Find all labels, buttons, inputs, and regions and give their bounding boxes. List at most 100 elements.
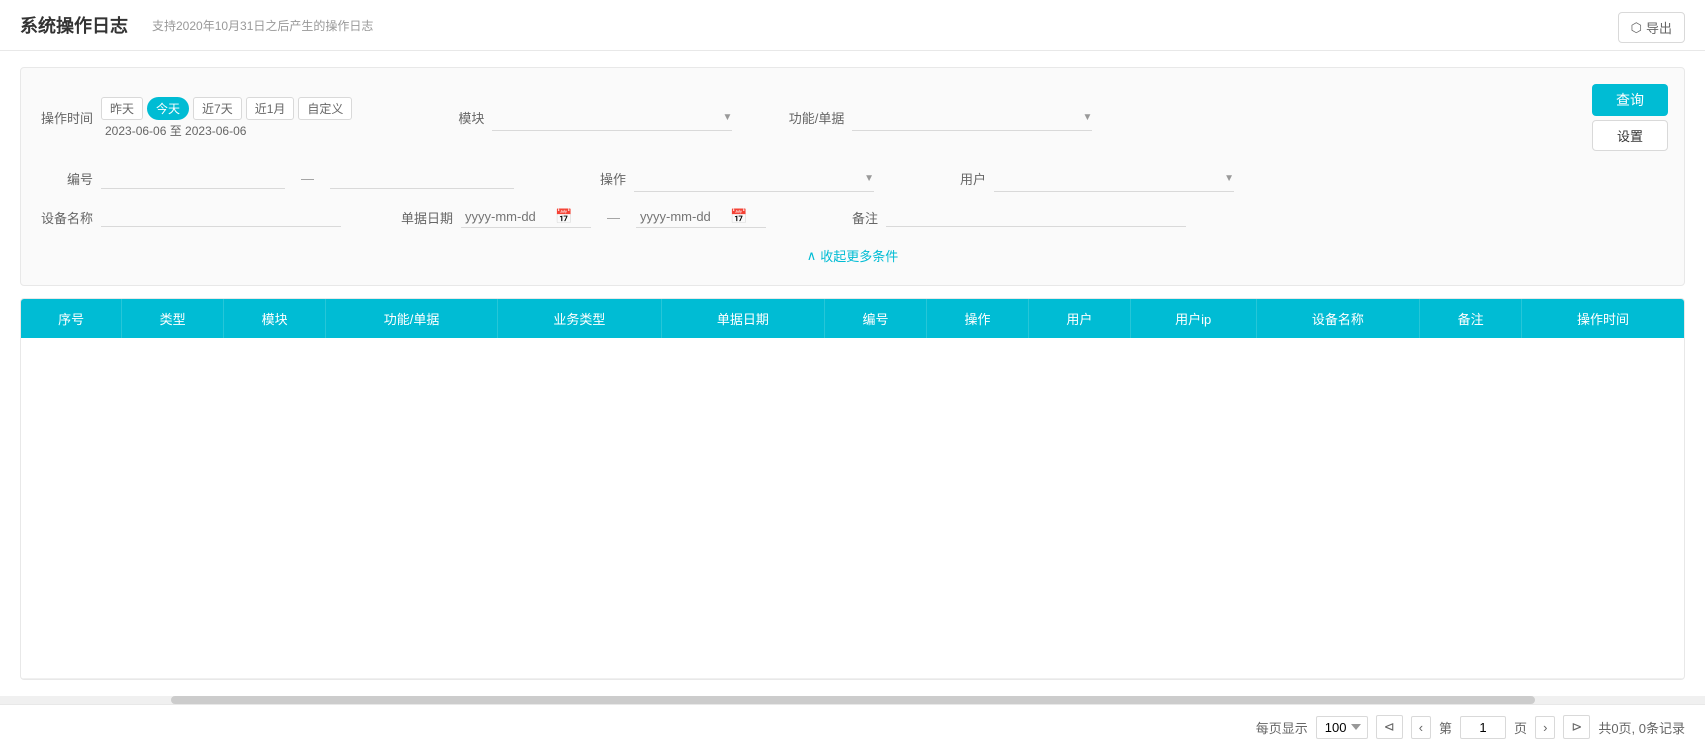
collapse-row: ∧ 收起更多条件	[37, 242, 1668, 269]
first-page-button[interactable]: ⊲	[1376, 715, 1403, 739]
per-page-select[interactable]: 100 50 200 500	[1316, 716, 1368, 739]
col-module: 模块	[224, 299, 326, 338]
user-filter-block: 用户 ▼	[930, 165, 1234, 192]
footer-bar: 每页显示 100 50 200 500 ⊲ ‹ 第 页 › ⊳ 共0页, 0条记…	[0, 704, 1705, 749]
module-select-value	[492, 106, 722, 128]
col-function: 功能/单据	[326, 299, 498, 338]
setting-button[interactable]: 设置	[1592, 120, 1668, 151]
user-select-arrow: ▼	[1224, 173, 1234, 184]
col-type: 类型	[122, 299, 224, 338]
operation-select-value	[634, 167, 864, 189]
user-label: 用户	[930, 169, 986, 188]
time-btn-1month[interactable]: 近1月	[246, 97, 295, 120]
empty-cell	[21, 338, 1684, 679]
device-input[interactable]	[101, 207, 341, 227]
time-btn-custom[interactable]: 自定义	[298, 97, 352, 120]
table-body	[21, 338, 1684, 679]
module-select-arrow: ▼	[723, 112, 733, 123]
module-select[interactable]: ▼	[492, 104, 732, 131]
col-operation: 操作	[927, 299, 1029, 338]
remark-filter-block: 备注	[822, 207, 1186, 227]
calendar-icon-start[interactable]: 📅	[555, 208, 572, 225]
empty-row	[21, 338, 1684, 679]
page-suffix: 页	[1514, 718, 1527, 737]
collapse-label: 收起更多条件	[820, 246, 898, 265]
time-label: 操作时间	[37, 108, 93, 127]
time-btn-today[interactable]: 今天	[147, 97, 189, 120]
function-select-arrow: ▼	[1083, 112, 1093, 123]
filter-area: 操作时间 昨天 今天 近7天 近1月 自定义 2023-06-06 至 2023…	[20, 67, 1685, 286]
last-page-button[interactable]: ⊳	[1563, 715, 1590, 739]
collapse-button[interactable]: ∧ 收起更多条件	[37, 242, 1668, 269]
date-start-box: 📅	[461, 206, 591, 228]
col-bill-date: 单据日期	[661, 299, 825, 338]
query-button[interactable]: 查询	[1592, 84, 1668, 116]
next-page-button[interactable]: ›	[1535, 716, 1555, 739]
date-end-box: 📅	[636, 206, 766, 228]
horizontal-scrollbar[interactable]	[0, 696, 1705, 704]
user-select[interactable]: ▼	[994, 165, 1234, 192]
export-icon: ⬡	[1631, 20, 1642, 36]
col-index: 序号	[21, 299, 122, 338]
col-remark: 备注	[1420, 299, 1522, 338]
col-user: 用户	[1028, 299, 1130, 338]
id-input-end[interactable]	[330, 169, 514, 189]
calendar-icon-end[interactable]: 📅	[730, 208, 747, 225]
export-label: 导出	[1646, 18, 1672, 37]
device-filter-block: 设备名称	[37, 207, 341, 227]
remark-input[interactable]	[886, 207, 1186, 227]
per-page-label: 每页显示	[1256, 718, 1308, 737]
filter-row-1: 操作时间 昨天 今天 近7天 近1月 自定义 2023-06-06 至 2023…	[37, 84, 1668, 151]
scrollbar-thumb[interactable]	[171, 696, 1535, 704]
operation-select-arrow: ▼	[864, 173, 874, 184]
col-time: 操作时间	[1522, 299, 1684, 338]
collapse-icon: ∧	[807, 248, 817, 264]
module-label: 模块	[428, 108, 484, 127]
data-table: 序号 类型 模块 功能/单据 业务类型 单据日期 编号 操作 用户 用户ip 设…	[21, 299, 1684, 679]
table-header: 序号 类型 模块 功能/单据 业务类型 单据日期 编号 操作 用户 用户ip 设…	[21, 299, 1684, 338]
table-header-row: 序号 类型 模块 功能/单据 业务类型 单据日期 编号 操作 用户 用户ip 设…	[21, 299, 1684, 338]
page-title: 系统操作日志	[20, 12, 128, 38]
col-biz-type: 业务类型	[498, 299, 662, 338]
time-filter-block: 操作时间 昨天 今天 近7天 近1月 自定义 2023-06-06 至 2023…	[37, 97, 352, 139]
action-buttons: 查询 设置	[1592, 84, 1668, 151]
user-select-value	[994, 167, 1224, 189]
date-filter-block: 单据日期 📅 — 📅	[397, 206, 766, 228]
page-prefix: 第	[1439, 718, 1452, 737]
id-input-start[interactable]	[101, 169, 285, 189]
total-info: 共0页, 0条记录	[1598, 718, 1685, 737]
date-dash: —	[607, 210, 620, 225]
filter-row-2: 编号 — 操作 ▼ 用户 ▼	[37, 165, 1668, 192]
time-btn-7days[interactable]: 近7天	[193, 97, 242, 120]
function-filter-block: 功能/单据 ▼	[788, 104, 1092, 131]
export-button[interactable]: ⬡ 导出	[1618, 12, 1685, 43]
operation-filter-block: 操作 ▼	[570, 165, 874, 192]
function-label: 功能/单据	[788, 108, 844, 127]
main-content: 操作时间 昨天 今天 近7天 近1月 自定义 2023-06-06 至 2023…	[0, 51, 1705, 696]
time-btn-yesterday[interactable]: 昨天	[101, 97, 143, 120]
remark-label: 备注	[822, 208, 878, 227]
time-buttons: 昨天 今天 近7天 近1月 自定义	[101, 97, 352, 120]
operation-select[interactable]: ▼	[634, 165, 874, 192]
time-range-display: 2023-06-06 至 2023-06-06	[105, 122, 352, 139]
date-label: 单据日期	[397, 208, 453, 227]
col-id: 编号	[825, 299, 927, 338]
module-filter-block: 模块 ▼	[428, 104, 732, 131]
page-number-input[interactable]	[1460, 716, 1506, 739]
id-label: 编号	[37, 169, 93, 188]
time-section: 昨天 今天 近7天 近1月 自定义 2023-06-06 至 2023-06-0…	[101, 97, 352, 139]
header-bar: 系统操作日志 支持2020年10月31日之后产生的操作日志 ⬡ 导出	[0, 0, 1705, 51]
date-start-input[interactable]	[465, 209, 555, 224]
function-select[interactable]: ▼	[852, 104, 1092, 131]
operation-label: 操作	[570, 169, 626, 188]
page-subtitle: 支持2020年10月31日之后产生的操作日志	[152, 17, 373, 34]
table-wrapper: 序号 类型 模块 功能/单据 业务类型 单据日期 编号 操作 用户 用户ip 设…	[20, 298, 1685, 680]
function-select-value	[852, 106, 1082, 128]
prev-page-button[interactable]: ‹	[1411, 716, 1431, 739]
filter-row-3: 设备名称 单据日期 📅 — 📅 备注	[37, 206, 1668, 228]
date-end-input[interactable]	[640, 209, 730, 224]
id-dash: —	[301, 171, 314, 186]
col-user-ip: 用户ip	[1130, 299, 1256, 338]
device-label: 设备名称	[37, 208, 93, 227]
col-device: 设备名称	[1256, 299, 1420, 338]
